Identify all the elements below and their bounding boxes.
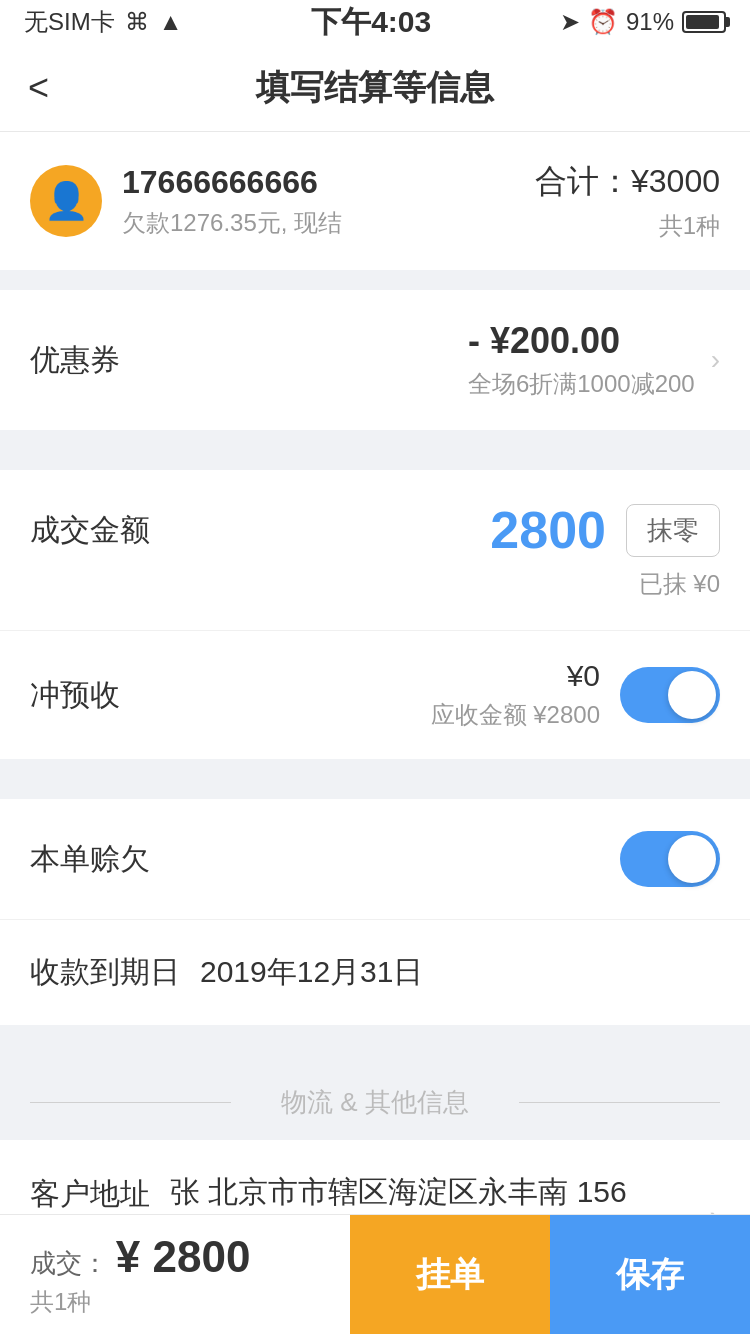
- amount-right: 2800 抹零: [490, 500, 720, 560]
- customer-info: 17666666666 欠款1276.35元, 现结: [122, 164, 342, 239]
- address-label: 客户地址: [30, 1168, 150, 1218]
- save-button[interactable]: 保存: [550, 1215, 750, 1335]
- debt-card: 本单赊欠 收款到期日 2019年12月31日: [0, 799, 750, 1025]
- logistics-line-right: [519, 1102, 720, 1103]
- logistics-divider: 物流 & 其他信息: [0, 1065, 750, 1140]
- customer-card: 👤 17666666666 欠款1276.35元, 现结 合计：¥3000 共1…: [0, 132, 750, 270]
- coupon-description: 全场6折满1000减200: [468, 368, 695, 400]
- total-count: 共1种: [535, 210, 720, 242]
- alarm-icon: ⏰: [588, 8, 618, 36]
- section-divider-1: [0, 450, 750, 470]
- coupon-row[interactable]: 优惠券 - ¥200.00 全场6折满1000减200 ›: [0, 290, 750, 430]
- location-icon: ➤: [560, 8, 580, 36]
- bottom-summary: 成交： ¥ 2800 共1种: [0, 1232, 350, 1318]
- coupon-label: 优惠券: [30, 340, 120, 381]
- nav-bar: < 填写结算等信息: [0, 44, 750, 132]
- content-area: 👤 17666666666 欠款1276.35元, 现结 合计：¥3000 共1…: [0, 132, 750, 1334]
- status-bar: 无SIM卡 ⌘ ▲ 下午4:03 ➤ ⏰ 91%: [0, 0, 750, 44]
- round-button[interactable]: 抹零: [626, 504, 720, 557]
- status-left: 无SIM卡 ⌘ ▲: [24, 6, 182, 38]
- coupon-card: 优惠券 - ¥200.00 全场6折满1000减200 ›: [0, 290, 750, 430]
- amount-card: 成交金额 2800 抹零 已抹 ¥0 冲预收 ¥0 应收金额 ¥2800: [0, 470, 750, 759]
- precollect-sub: 应收金额 ¥2800: [431, 699, 600, 731]
- customer-phone: 17666666666: [122, 164, 342, 201]
- debt-section: 本单赊欠: [0, 799, 750, 919]
- bottom-deal-label: 成交：: [30, 1248, 108, 1278]
- bottom-count: 共1种: [30, 1286, 320, 1318]
- customer-row: 👤 17666666666 欠款1276.35元, 现结 合计：¥3000 共1…: [0, 132, 750, 270]
- deal-amount-value: 2800: [490, 500, 606, 560]
- bottom-deal-row: 成交： ¥ 2800: [30, 1232, 320, 1282]
- coupon-discount: - ¥200.00: [468, 320, 695, 362]
- battery-icon: [682, 11, 726, 33]
- precollect-right: ¥0 应收金额 ¥2800: [431, 659, 720, 731]
- duedate-section: 收款到期日 2019年12月31日: [0, 919, 750, 1025]
- status-time: 下午4:03: [311, 2, 431, 43]
- battery-percent: 91%: [626, 8, 674, 36]
- total-label: 合计：: [535, 163, 631, 199]
- coupon-right: - ¥200.00 全场6折满1000减200 ›: [468, 320, 720, 400]
- logistics-line-left: [30, 1102, 231, 1103]
- amount-section: 成交金额 2800 抹零 已抹 ¥0: [0, 470, 750, 630]
- total-value: ¥3000: [631, 163, 720, 199]
- wifi-icon: ⌘: [125, 8, 149, 36]
- debt-toggle-knob: [668, 835, 716, 883]
- duedate-content: 收款到期日 2019年12月31日: [30, 952, 720, 993]
- duedate-value: 2019年12月31日: [200, 952, 423, 993]
- debt-label: 本单赊欠: [30, 839, 150, 880]
- toggle-knob: [668, 671, 716, 719]
- status-right: ➤ ⏰ 91%: [560, 8, 726, 36]
- precollect-toggle[interactable]: [620, 667, 720, 723]
- customer-left: 👤 17666666666 欠款1276.35元, 现结: [30, 164, 342, 239]
- amount-label: 成交金额: [30, 510, 150, 551]
- coupon-chevron-icon: ›: [711, 344, 720, 376]
- back-button[interactable]: <: [28, 67, 49, 109]
- customer-debt: 欠款1276.35元, 现结: [122, 207, 342, 239]
- customer-right: 合计：¥3000 共1种: [535, 160, 720, 242]
- precollect-section: 冲预收 ¥0 应收金额 ¥2800: [0, 630, 750, 759]
- total-amount: 合计：¥3000: [535, 160, 720, 204]
- debt-toggle[interactable]: [620, 831, 720, 887]
- precollect-values: ¥0 应收金额 ¥2800: [431, 659, 600, 731]
- amount-sub: 已抹 ¥0: [30, 568, 720, 600]
- signal-bars-icon: ▲: [159, 8, 183, 36]
- amount-row: 成交金额 2800 抹零: [30, 500, 720, 560]
- precollect-label: 冲预收: [30, 675, 120, 716]
- logistics-text: 物流 & 其他信息: [281, 1085, 469, 1120]
- section-divider-3: [0, 1045, 750, 1065]
- precollect-amount: ¥0: [431, 659, 600, 693]
- avatar: 👤: [30, 165, 102, 237]
- bottom-bar: 成交： ¥ 2800 共1种 挂单 保存: [0, 1214, 750, 1334]
- carrier-text: 无SIM卡: [24, 6, 115, 38]
- section-divider-2: [0, 779, 750, 799]
- duedate-label: 收款到期日: [30, 952, 180, 993]
- hang-button[interactable]: 挂单: [350, 1215, 550, 1335]
- page-title: 填写结算等信息: [256, 65, 494, 111]
- precollect-row: 冲预收 ¥0 应收金额 ¥2800: [30, 659, 720, 731]
- bottom-amount: ¥ 2800: [116, 1232, 251, 1281]
